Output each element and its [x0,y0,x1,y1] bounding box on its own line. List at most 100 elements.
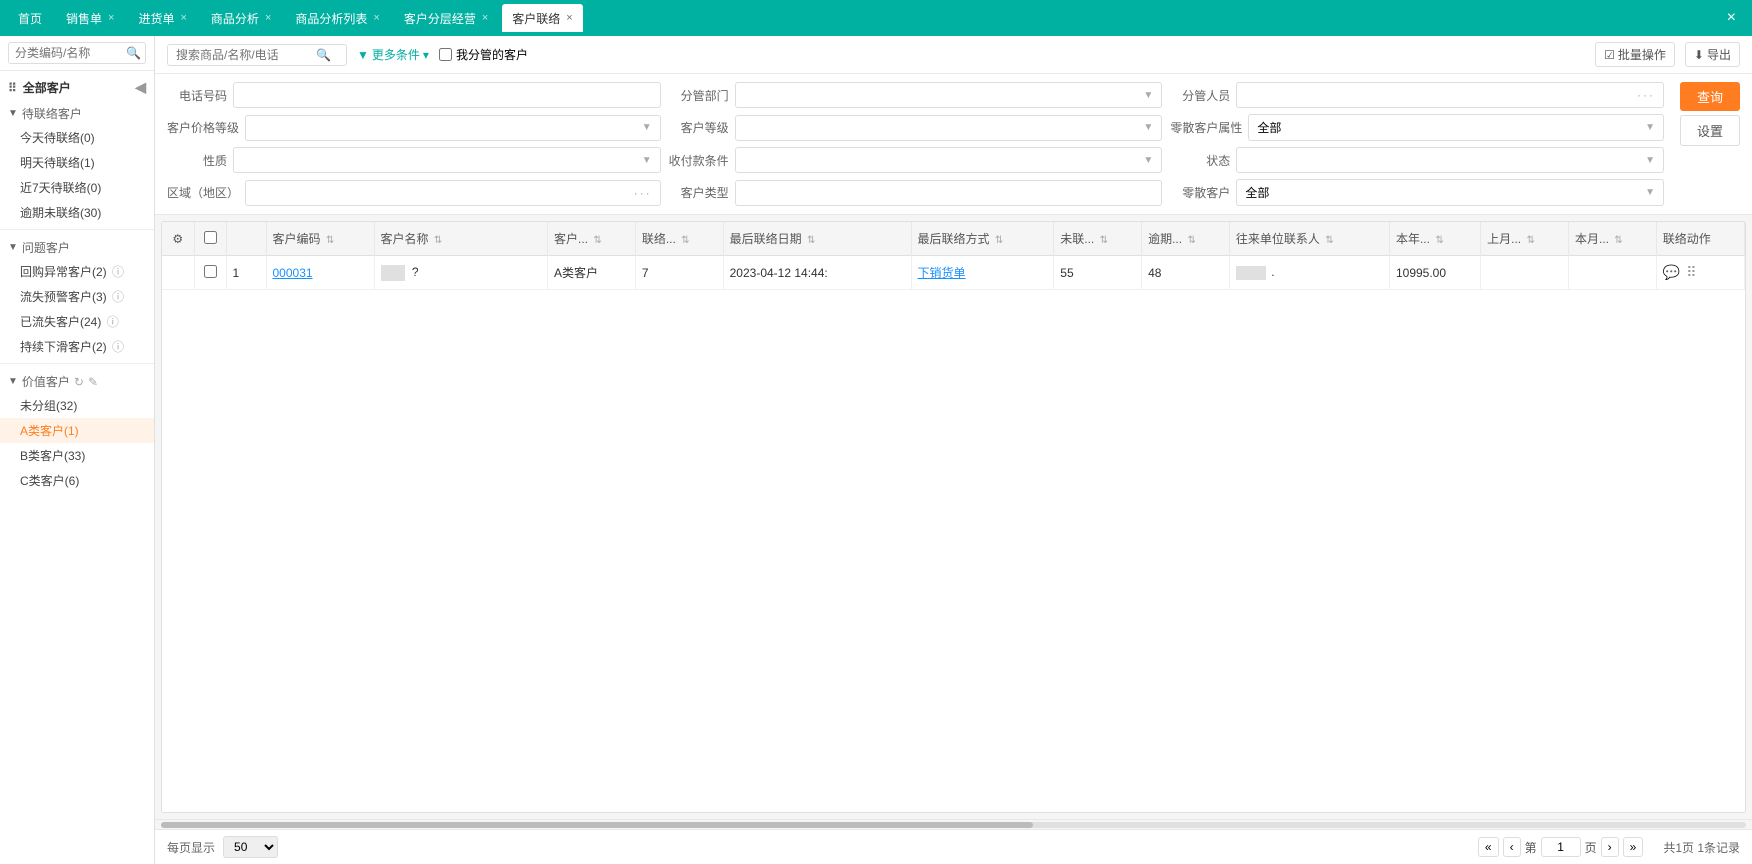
customer-grade-select[interactable]: ▼ [735,115,1163,141]
section-value-customers[interactable]: ▼ 价值客户 ↻ ✎ [0,368,154,393]
row-last-method[interactable]: 下销货单 [911,256,1054,290]
nav-home[interactable]: 首页 [8,4,52,32]
sidebar-item-a-class[interactable]: A类客户(1) [0,418,154,443]
col-code-sort: ⇅ [326,235,334,246]
prev-page-button[interactable]: ‹ [1503,837,1521,857]
sidebar-item-repurchase-abnormal[interactable]: 回购异常客户(2) ⓘ [0,259,154,284]
sidebar-item-b-class[interactable]: B类客户(33) [0,443,154,468]
close-customer-segment-icon[interactable]: × [482,12,488,24]
my-customers-check[interactable] [439,48,452,61]
sidebar-item-7days[interactable]: 近7天待联络(0) [0,175,154,200]
select-all-checkbox[interactable] [204,231,217,244]
page-nav: « ‹ 第 页 › » [1478,837,1643,857]
col-category[interactable]: 客户... ⇅ [548,222,636,256]
scrollbar-track [161,822,1746,828]
dept-select[interactable]: ▼ [735,82,1163,108]
nav-purchase[interactable]: 进货单 × [128,4,196,32]
row-current-month [1568,256,1656,290]
nature-select[interactable]: ▼ [233,147,661,173]
my-customers-checkbox[interactable]: 我分管的客户 [439,46,528,63]
nav-product-analysis-list[interactable]: 商品分析列表 × [285,4,389,32]
close-product-analysis-list-icon[interactable]: × [373,12,379,24]
filter-cell-phone: 电话号码 [167,82,661,108]
qr-icon[interactable]: ⠿ [1686,264,1696,281]
next-page-button[interactable]: › [1601,837,1619,857]
refresh-icon[interactable]: ↻ [74,375,84,389]
status-down-icon: ▼ [1645,155,1655,166]
row-last-method-link[interactable]: 下销货单 [918,266,966,280]
row-action-buttons: 💬 ⠿ [1663,264,1738,281]
nav-sales[interactable]: 销售单 × [56,4,124,32]
col-current-month[interactable]: 本月... ⇅ [1568,222,1656,256]
current-page-input[interactable] [1541,837,1581,857]
price-grade-down-icon: ▼ [642,122,652,133]
nav-product-analysis[interactable]: 商品分析 × [201,4,281,32]
col-current-month-sort: ⇅ [1614,235,1622,246]
phone-input[interactable] [233,82,661,108]
manager-input[interactable]: ··· [1236,82,1664,108]
col-overdue[interactable]: 逾期... ⇅ [1142,222,1230,256]
col-unit-contact-sort: ⇅ [1325,235,1333,246]
row-code[interactable]: 000031 [266,256,374,290]
customer-type-input[interactable] [735,180,1163,206]
nav-customer-contact[interactable]: 客户联络 × [502,4,582,32]
close-purchase-icon[interactable]: × [180,12,186,24]
more-arrow-icon: ▾ [423,48,429,62]
section-pending-contact[interactable]: ▼ 待联络客户 [0,100,154,125]
sidebar-item-unclassified[interactable]: 未分组(32) [0,393,154,418]
col-last-method-sort: ⇅ [995,235,1003,246]
export-button[interactable]: ⬇ 导出 [1685,42,1740,67]
table-container: ⚙ 客户编码 ⇅ 客户名称 ⇅ [161,221,1746,813]
settings-button[interactable]: 设置 [1680,115,1740,146]
customer-table: ⚙ 客户编码 ⇅ 客户名称 ⇅ [162,222,1745,290]
batch-ops-button[interactable]: ☑ 批量操作 [1595,42,1675,67]
col-uncontacted[interactable]: 未联... ⇅ [1054,222,1142,256]
close-customer-contact-icon[interactable]: × [566,12,572,24]
export-icon: ⬇ [1694,48,1704,62]
row-name[interactable]: ? [374,256,547,290]
retail-customer-select[interactable]: 全部 ▼ [1236,179,1664,206]
query-button[interactable]: 查询 [1680,82,1740,111]
close-sales-icon[interactable]: × [108,12,114,24]
col-name[interactable]: 客户名称 ⇅ [374,222,547,256]
sidebar-collapse-icon[interactable]: ◀ [135,79,146,96]
filter-cell-customer-type: 客户类型 [669,180,1163,206]
price-grade-select[interactable]: ▼ [245,115,661,141]
page-size-select[interactable]: 50 100 200 [223,836,278,858]
col-last-date[interactable]: 最后联络日期 ⇅ [723,222,911,256]
row-checkbox[interactable] [204,265,217,278]
region-input[interactable]: ··· [245,180,661,206]
col-settings[interactable]: ⚙ [162,222,194,256]
sidebar-item-tomorrow[interactable]: 明天待联络(1) [0,150,154,175]
last-page-button[interactable]: » [1623,837,1644,857]
sidebar-item-overdue[interactable]: 逾期未联络(30) [0,200,154,225]
sidebar-item-declining[interactable]: 持续下滑客户(2) ⓘ [0,334,154,359]
col-unit-contact[interactable]: 往来单位联系人 ⇅ [1229,222,1389,256]
col-last-month[interactable]: 上月... ⇅ [1481,222,1569,256]
sidebar-item-c-class[interactable]: C类客户(6) [0,468,154,493]
row-checkbox-cell [194,256,226,290]
status-select[interactable]: ▼ [1236,147,1664,173]
col-current-year[interactable]: 本年... ⇅ [1389,222,1480,256]
sidebar-item-churned[interactable]: 已流失客户(24) ⓘ [0,309,154,334]
chat-icon[interactable]: 💬 [1663,264,1680,281]
top-nav: 首页 销售单 × 进货单 × 商品分析 × 商品分析列表 × 客户分层经营 × … [0,0,1752,36]
col-last-method[interactable]: 最后联络方式 ⇅ [911,222,1054,256]
sidebar-item-churn-warning[interactable]: 流失预警客户(3) ⓘ [0,284,154,309]
edit-icon[interactable]: ✎ [88,375,98,389]
retail-attr-select[interactable]: 全部 ▼ [1248,114,1664,141]
sidebar-item-today[interactable]: 今天待联络(0) [0,125,154,150]
close-product-analysis-icon[interactable]: × [265,12,271,24]
col-contact[interactable]: 联络... ⇅ [635,222,723,256]
nature-label: 性质 [167,152,227,169]
col-code[interactable]: 客户编码 ⇅ [266,222,374,256]
col-category-sort: ⇅ [593,235,601,246]
filter-search-input[interactable] [176,48,316,62]
section-problem-customers[interactable]: ▼ 问题客户 [0,234,154,259]
filter-more-button[interactable]: ▼ 更多条件 ▾ [357,46,429,63]
payment-select[interactable]: ▼ [735,147,1163,173]
nav-customer-segment[interactable]: 客户分层经营 × [394,4,498,32]
row-current-year: 10995.00 [1389,256,1480,290]
close-all-button[interactable]: × [1719,9,1744,27]
first-page-button[interactable]: « [1478,837,1499,857]
